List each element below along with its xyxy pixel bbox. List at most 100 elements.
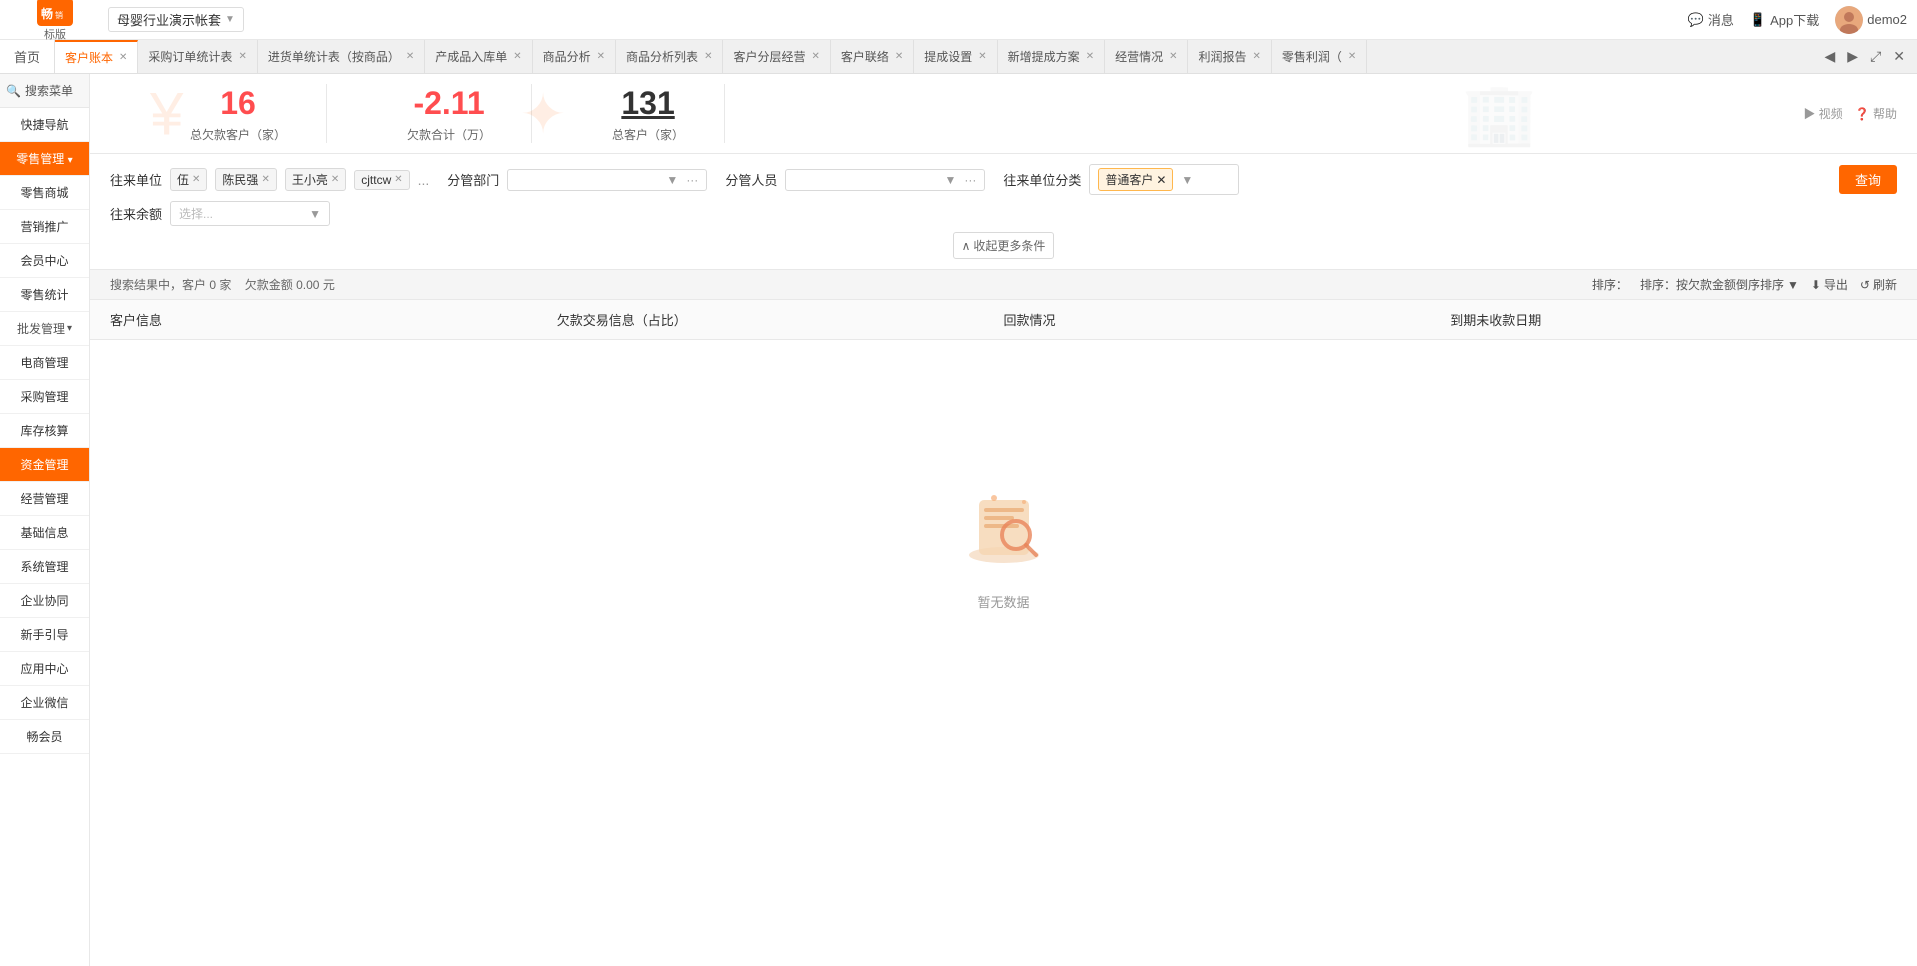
tab-product-analysis-list[interactable]: 商品分析列表 ✕: [616, 40, 723, 73]
more-dots-button[interactable]: ...: [418, 172, 430, 188]
sidebar-item-inventory[interactable]: 库存核算: [0, 414, 89, 448]
help-button[interactable]: ❓ 帮助: [1855, 105, 1897, 122]
close-icon[interactable]: ✕: [394, 174, 402, 185]
close-icon[interactable]: ✕: [1086, 51, 1094, 62]
tab-expand-icon[interactable]: ⤢: [1866, 46, 1885, 67]
app-download-button[interactable]: 📱 App下载: [1750, 10, 1819, 29]
user-area[interactable]: demo2: [1835, 6, 1907, 34]
logo-icon: 畅 销: [37, 0, 73, 26]
table-col-debt-info: 欠款交易信息（占比）: [557, 310, 1004, 329]
tab-profit-report[interactable]: 利润报告 ✕: [1188, 40, 1271, 73]
tab-next-icon[interactable]: ▶: [1843, 46, 1862, 67]
sidebar-item-enterprise-wechat[interactable]: 企业微信: [0, 686, 89, 720]
tab-customer-contact[interactable]: 客户联络 ✕: [831, 40, 914, 73]
balance-placeholder: 选择...: [179, 205, 213, 222]
tab-operations[interactable]: 经营情况 ✕: [1105, 40, 1188, 73]
chevron-down-icon: ▼: [666, 173, 678, 187]
close-icon[interactable]: ✕: [1348, 51, 1356, 62]
tab-close-all-icon[interactable]: ✕: [1889, 46, 1909, 67]
tab-retail-profit[interactable]: 零售利润（ ✕: [1272, 40, 1367, 73]
sidebar-item-basic-info[interactable]: 基础信息: [0, 516, 89, 550]
department-select[interactable]: ▼ ···: [507, 169, 707, 191]
close-icon[interactable]: ✕: [119, 52, 127, 63]
filter-tag-wu[interactable]: 伍 ✕: [170, 168, 207, 191]
sidebar-item-quick-nav[interactable]: 快捷导航: [0, 108, 89, 142]
export-button[interactable]: ⬇ 导出: [1811, 276, 1848, 293]
filter-tag-cjttcw[interactable]: cjttcw ✕: [354, 170, 409, 190]
tab-product-analysis[interactable]: 商品分析 ✕: [533, 40, 616, 73]
tab-label: 商品分析: [543, 48, 591, 65]
stats-help: ▶ 视频 ❓ 帮助: [1803, 105, 1897, 122]
sidebar-item-vip[interactable]: 畅会员: [0, 720, 89, 754]
close-icon[interactable]: ✕: [406, 51, 414, 62]
account-selector-label: 母婴行业演示帐套: [117, 10, 221, 29]
help-icon: ❓: [1855, 107, 1870, 121]
sidebar-item-marketing[interactable]: 营销推广: [0, 210, 89, 244]
tab-production-stock[interactable]: 产成品入库单 ✕: [425, 40, 532, 73]
svg-text:销: 销: [55, 10, 63, 20]
sidebar-item-retail-stats[interactable]: 零售统计: [0, 278, 89, 312]
table-col-payment-status: 回款情况: [1004, 310, 1451, 329]
refresh-button[interactable]: ↺ 刷新: [1860, 276, 1897, 293]
close-icon[interactable]: ✕: [704, 51, 712, 62]
sidebar-item-member[interactable]: 会员中心: [0, 244, 89, 278]
video-button[interactable]: ▶ 视频: [1803, 105, 1842, 122]
sidebar-item-retail-management[interactable]: 零售管理 ▾: [0, 142, 89, 176]
close-icon[interactable]: ✕: [811, 51, 819, 62]
tab-label: 采购订单统计表: [148, 48, 232, 65]
sidebar-item-purchase[interactable]: 采购管理: [0, 380, 89, 414]
close-icon[interactable]: ✕: [1156, 173, 1166, 187]
tab-stock-stats[interactable]: 进货单统计表（按商品） ✕: [258, 40, 425, 73]
unit-class-tag[interactable]: 普通客户 ✕: [1098, 168, 1173, 191]
tab-prev-icon[interactable]: ◀: [1821, 46, 1840, 67]
tab-customer-segment[interactable]: 客户分层经营 ✕: [723, 40, 830, 73]
top-bar: 畅 销 标版 母婴行业演示帐套 ▼ 💬 消息 📱 App下载 dem: [0, 0, 1917, 40]
unit-class-select[interactable]: 普通客户 ✕ ▼: [1089, 164, 1239, 195]
sidebar-item-capital[interactable]: 资金管理: [0, 448, 89, 482]
filter-tag-wang[interactable]: 王小亮 ✕: [285, 168, 346, 191]
close-icon[interactable]: ✕: [1169, 51, 1177, 62]
tab-label: 经营情况: [1115, 48, 1163, 65]
chevron-down-icon: ▾: [67, 323, 72, 334]
sidebar-search[interactable]: 🔍 搜索菜单: [0, 74, 89, 108]
sidebar-item-ecommerce[interactable]: 电商管理: [0, 346, 89, 380]
sidebar-item-wholesale[interactable]: 批发管理 ▾: [0, 312, 89, 346]
tab-label: 商品分析列表: [626, 48, 698, 65]
sidebar-item-business[interactable]: 经营管理: [0, 482, 89, 516]
result-bar-actions: 排序： 排序：按欠款金额倒序排序 ▼ ⬇ 导出 ↺ 刷新: [1592, 276, 1897, 293]
close-icon[interactable]: ✕: [978, 51, 986, 62]
personnel-select[interactable]: ▼ ···: [785, 169, 985, 191]
sidebar-item-app-center[interactable]: 应用中心: [0, 652, 89, 686]
sidebar-item-new-guide[interactable]: 新手引导: [0, 618, 89, 652]
close-icon[interactable]: ✕: [513, 51, 521, 62]
close-icon[interactable]: ✕: [1253, 51, 1261, 62]
username-label: demo2: [1867, 12, 1907, 27]
sidebar-item-enterprise-coop[interactable]: 企业协同: [0, 584, 89, 618]
tab-accounts-receivable[interactable]: 客户账本 ✕: [55, 40, 138, 73]
empty-illustration: [954, 480, 1054, 580]
table-header: 客户信息 欠款交易信息（占比） 回款情况 到期未收款日期: [90, 300, 1917, 340]
sort-select[interactable]: 排序：按欠款金额倒序排序 ▼: [1640, 276, 1799, 293]
sidebar-item-retail-mall[interactable]: 零售商城: [0, 176, 89, 210]
tab-home[interactable]: 首页: [0, 40, 55, 73]
tab-new-improve[interactable]: 新增提成方案 ✕: [998, 40, 1105, 73]
message-button[interactable]: 💬 消息: [1688, 10, 1734, 29]
collapse-button[interactable]: ∧ 收起更多条件: [953, 232, 1055, 259]
tab-improve-settings[interactable]: 提成设置 ✕: [914, 40, 997, 73]
close-icon[interactable]: ✕: [331, 174, 339, 185]
close-icon[interactable]: ✕: [597, 51, 605, 62]
balance-select[interactable]: 选择... ▼: [170, 201, 330, 226]
query-button[interactable]: 查询: [1839, 165, 1897, 194]
balance-filter-label: 往来余额: [110, 204, 162, 223]
dots-icon: ···: [686, 173, 698, 187]
close-icon[interactable]: ✕: [895, 51, 903, 62]
tab-label: 提成设置: [924, 48, 972, 65]
filter-tag-chen[interactable]: 陈民强 ✕: [215, 168, 276, 191]
tab-label: 客户联络: [841, 48, 889, 65]
sidebar-item-system[interactable]: 系统管理: [0, 550, 89, 584]
account-selector[interactable]: 母婴行业演示帐套 ▼: [108, 7, 244, 32]
close-icon[interactable]: ✕: [261, 174, 269, 185]
close-icon[interactable]: ✕: [238, 51, 246, 62]
tab-purchase-order[interactable]: 采购订单统计表 ✕: [138, 40, 257, 73]
close-icon[interactable]: ✕: [192, 174, 200, 185]
